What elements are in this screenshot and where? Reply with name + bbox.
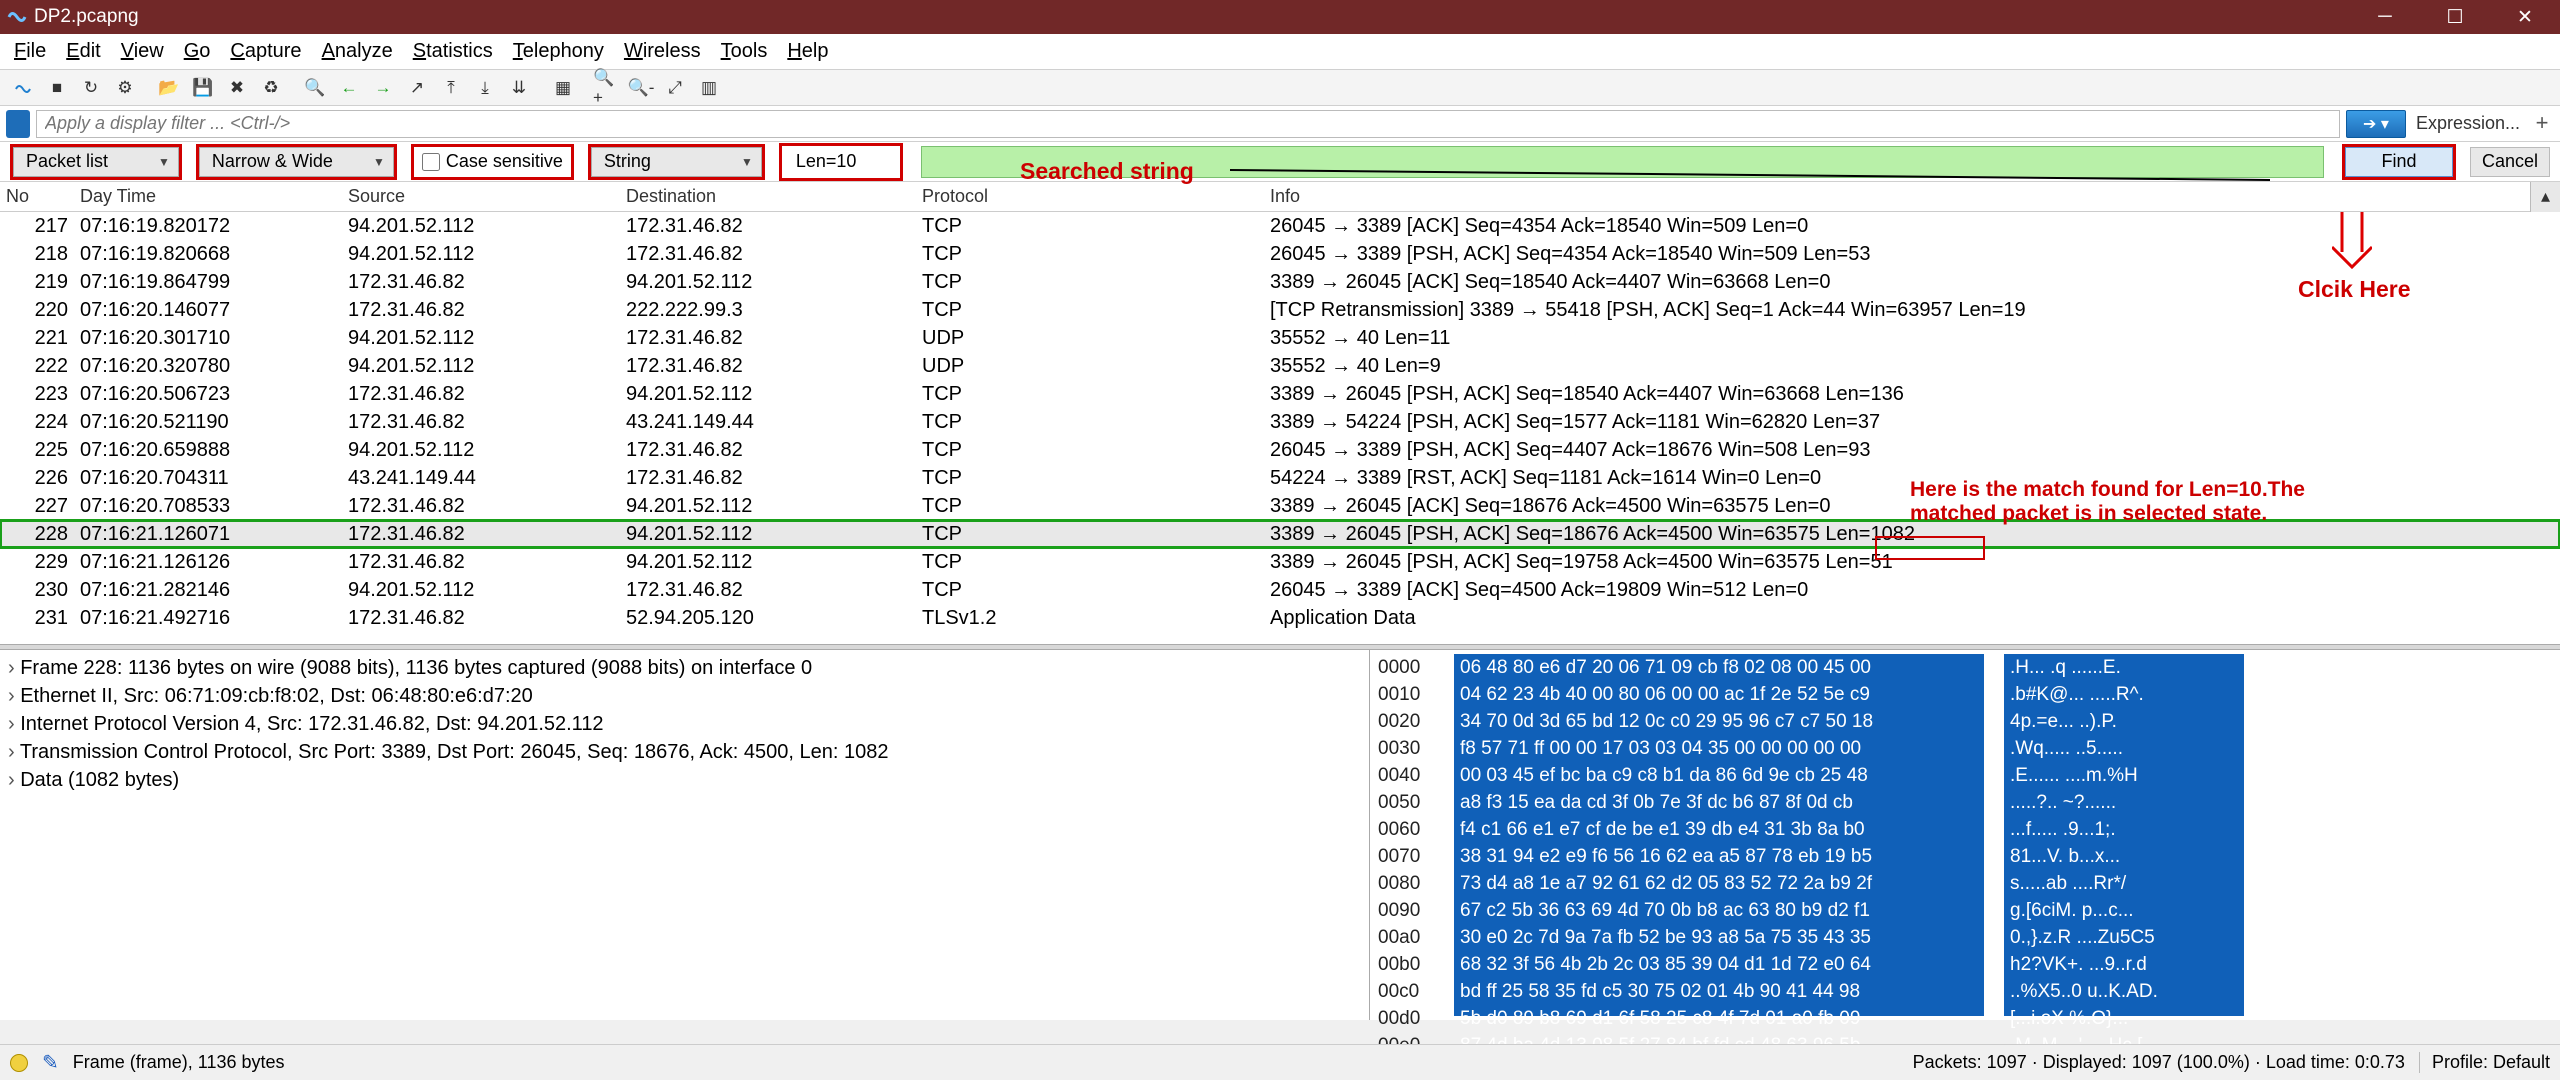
bookmark-icon[interactable]: [6, 110, 30, 138]
status-bar: ✎ Frame (frame), 1136 bytes Packets: 109…: [0, 1044, 2560, 1080]
detail-line[interactable]: Internet Protocol Version 4, Src: 172.31…: [8, 710, 1361, 738]
first-packet-icon[interactable]: ⤒: [436, 73, 466, 103]
maximize-button[interactable]: ☐: [2420, 0, 2490, 34]
expression-button[interactable]: Expression...: [2412, 113, 2524, 134]
detail-line[interactable]: Ethernet II, Src: 06:71:09:cb:f8:02, Dst…: [8, 682, 1361, 710]
packet-list[interactable]: 21707:16:19.82017294.201.52.112172.31.46…: [0, 212, 2560, 644]
menu-bar: FileEditViewGoCaptureAnalyzeStatisticsTe…: [0, 34, 2560, 70]
next-packet-icon[interactable]: →: [368, 73, 398, 103]
detail-line[interactable]: Data (1082 bytes): [8, 766, 1361, 794]
detail-line[interactable]: Transmission Control Protocol, Src Port:…: [8, 738, 1361, 766]
reload-icon[interactable]: ♻: [256, 73, 286, 103]
annotation-match-note: Here is the match found for Len=10.The m…: [1910, 478, 2380, 526]
expert-info-icon[interactable]: [10, 1054, 28, 1072]
minimize-button[interactable]: ─: [2350, 0, 2420, 34]
table-row[interactable]: 22107:16:20.30171094.201.52.112172.31.46…: [0, 324, 2560, 352]
table-row[interactable]: 22007:16:20.146077172.31.46.82222.222.99…: [0, 296, 2560, 324]
scroll-up-icon[interactable]: ▴: [2530, 182, 2560, 212]
menu-analyze[interactable]: Analyze: [314, 36, 401, 67]
len-highlight-box: [1875, 536, 1985, 560]
table-row[interactable]: 21707:16:19.82017294.201.52.112172.31.46…: [0, 212, 2560, 240]
display-filter-input[interactable]: [36, 110, 2340, 138]
goto-packet-icon[interactable]: ↗: [402, 73, 432, 103]
packet-bytes-pane[interactable]: 0000001000200030004000500060007000800090…: [1370, 650, 2560, 1020]
menu-edit[interactable]: Edit: [58, 36, 108, 67]
close-file-icon[interactable]: ✖: [222, 73, 252, 103]
charset-dropdown[interactable]: Narrow & Wide▼: [199, 147, 394, 177]
annotation-click-here: Clcik Here: [2298, 276, 2411, 303]
menu-wireless[interactable]: Wireless: [616, 36, 709, 67]
table-row[interactable]: 21907:16:19.864799172.31.46.8294.201.52.…: [0, 268, 2560, 296]
zoom-in-icon[interactable]: 🔍+: [592, 73, 622, 103]
status-packets: Packets: 1097 · Displayed: 1097 (100.0%)…: [1913, 1052, 2405, 1073]
close-button[interactable]: ✕: [2490, 0, 2560, 34]
capture-options-icon[interactable]: ⚙: [110, 73, 140, 103]
open-file-icon[interactable]: 📂: [154, 73, 184, 103]
col-source[interactable]: Source: [348, 186, 626, 207]
prev-packet-icon[interactable]: ←: [334, 73, 364, 103]
hex-ascii: .H... .q ......E..b#K@... .....R^.4p.=e.…: [2004, 654, 2244, 1016]
auto-scroll-icon[interactable]: ⇊: [504, 73, 534, 103]
col-info[interactable]: Info: [1270, 186, 2530, 207]
display-filter-bar: ➔ ▾ Expression... +: [0, 106, 2560, 142]
table-row[interactable]: 23007:16:21.28214694.201.52.112172.31.46…: [0, 576, 2560, 604]
hex-offsets: 0000001000200030004000500060007000800090…: [1378, 654, 1454, 1016]
title-bar: DP2.pcapng ─ ☐ ✕: [0, 0, 2560, 34]
menu-file[interactable]: File: [6, 36, 54, 67]
menu-tools[interactable]: Tools: [713, 36, 776, 67]
restart-capture-icon[interactable]: ↻: [76, 73, 106, 103]
search-value: Len=10: [796, 151, 857, 172]
apply-filter-button[interactable]: ➔ ▾: [2346, 110, 2406, 138]
menu-view[interactable]: View: [113, 36, 172, 67]
case-sensitive-checkbox[interactable]: Case sensitive: [414, 147, 571, 177]
find-button[interactable]: Find: [2345, 147, 2453, 177]
hex-bytes: 06 48 80 e6 d7 20 06 71 09 cb f8 02 08 0…: [1454, 654, 1984, 1016]
edit-icon[interactable]: ✎: [42, 1050, 59, 1075]
arrow-down-icon: [2332, 212, 2372, 272]
annotation-searched-string: Searched string: [1020, 158, 1194, 185]
app-icon: [6, 6, 28, 28]
main-toolbar: ■ ↻ ⚙ 📂 💾 ✖ ♻ 🔍 ← → ↗ ⤒ ⤓ ⇊ ▦ 🔍+ 🔍- ⤢ ▥: [0, 70, 2560, 106]
resize-columns-icon[interactable]: ▥: [694, 73, 724, 103]
zoom-reset-icon[interactable]: ⤢: [660, 73, 690, 103]
find-icon[interactable]: 🔍: [300, 73, 330, 103]
colorant-icn[interactable]: ▦: [548, 73, 578, 103]
menu-go[interactable]: Go: [176, 36, 219, 67]
menu-statistics[interactable]: Statistics: [405, 36, 501, 67]
packet-details-pane[interactable]: Frame 228: 1136 bytes on wire (9088 bits…: [0, 650, 1370, 1020]
window-title: DP2.pcapng: [34, 6, 139, 28]
table-row[interactable]: 22207:16:20.32078094.201.52.112172.31.46…: [0, 352, 2560, 380]
table-row[interactable]: 22507:16:20.65988894.201.52.112172.31.46…: [0, 436, 2560, 464]
add-filter-button[interactable]: +: [2530, 110, 2554, 138]
table-row[interactable]: 22907:16:21.126126172.31.46.8294.201.52.…: [0, 548, 2560, 576]
stop-capture-icon[interactable]: ■: [42, 73, 72, 103]
col-destination[interactable]: Destination: [626, 186, 922, 207]
zoom-out-icon[interactable]: 🔍-: [626, 73, 656, 103]
col-protocol[interactable]: Protocol: [922, 186, 1270, 207]
search-in-dropdown[interactable]: Packet list▼: [13, 147, 179, 177]
menu-capture[interactable]: Capture: [222, 36, 309, 67]
packet-list-header: No Day Time Source Destination Protocol …: [0, 182, 2560, 212]
col-daytime[interactable]: Day Time: [80, 186, 348, 207]
menu-help[interactable]: Help: [779, 36, 836, 67]
menu-telephony[interactable]: Telephony: [505, 36, 612, 67]
save-file-icon[interactable]: 💾: [188, 73, 218, 103]
status-profile[interactable]: Profile: Default: [2419, 1052, 2550, 1073]
cancel-button[interactable]: Cancel: [2470, 147, 2550, 177]
table-row[interactable]: 22307:16:20.506723172.31.46.8294.201.52.…: [0, 380, 2560, 408]
status-frame: Frame (frame), 1136 bytes: [73, 1052, 285, 1073]
detail-line[interactable]: Frame 228: 1136 bytes on wire (9088 bits…: [8, 654, 1361, 682]
col-no[interactable]: No: [6, 186, 80, 207]
search-type-dropdown[interactable]: String▼: [591, 147, 762, 177]
last-packet-icon[interactable]: ⤓: [470, 73, 500, 103]
table-row[interactable]: 23107:16:21.492716172.31.46.8252.94.205.…: [0, 604, 2560, 632]
table-row[interactable]: 21807:16:19.82066894.201.52.112172.31.46…: [0, 240, 2560, 268]
start-capture-icon[interactable]: [8, 73, 38, 103]
table-row[interactable]: 22407:16:20.521190172.31.46.8243.241.149…: [0, 408, 2560, 436]
